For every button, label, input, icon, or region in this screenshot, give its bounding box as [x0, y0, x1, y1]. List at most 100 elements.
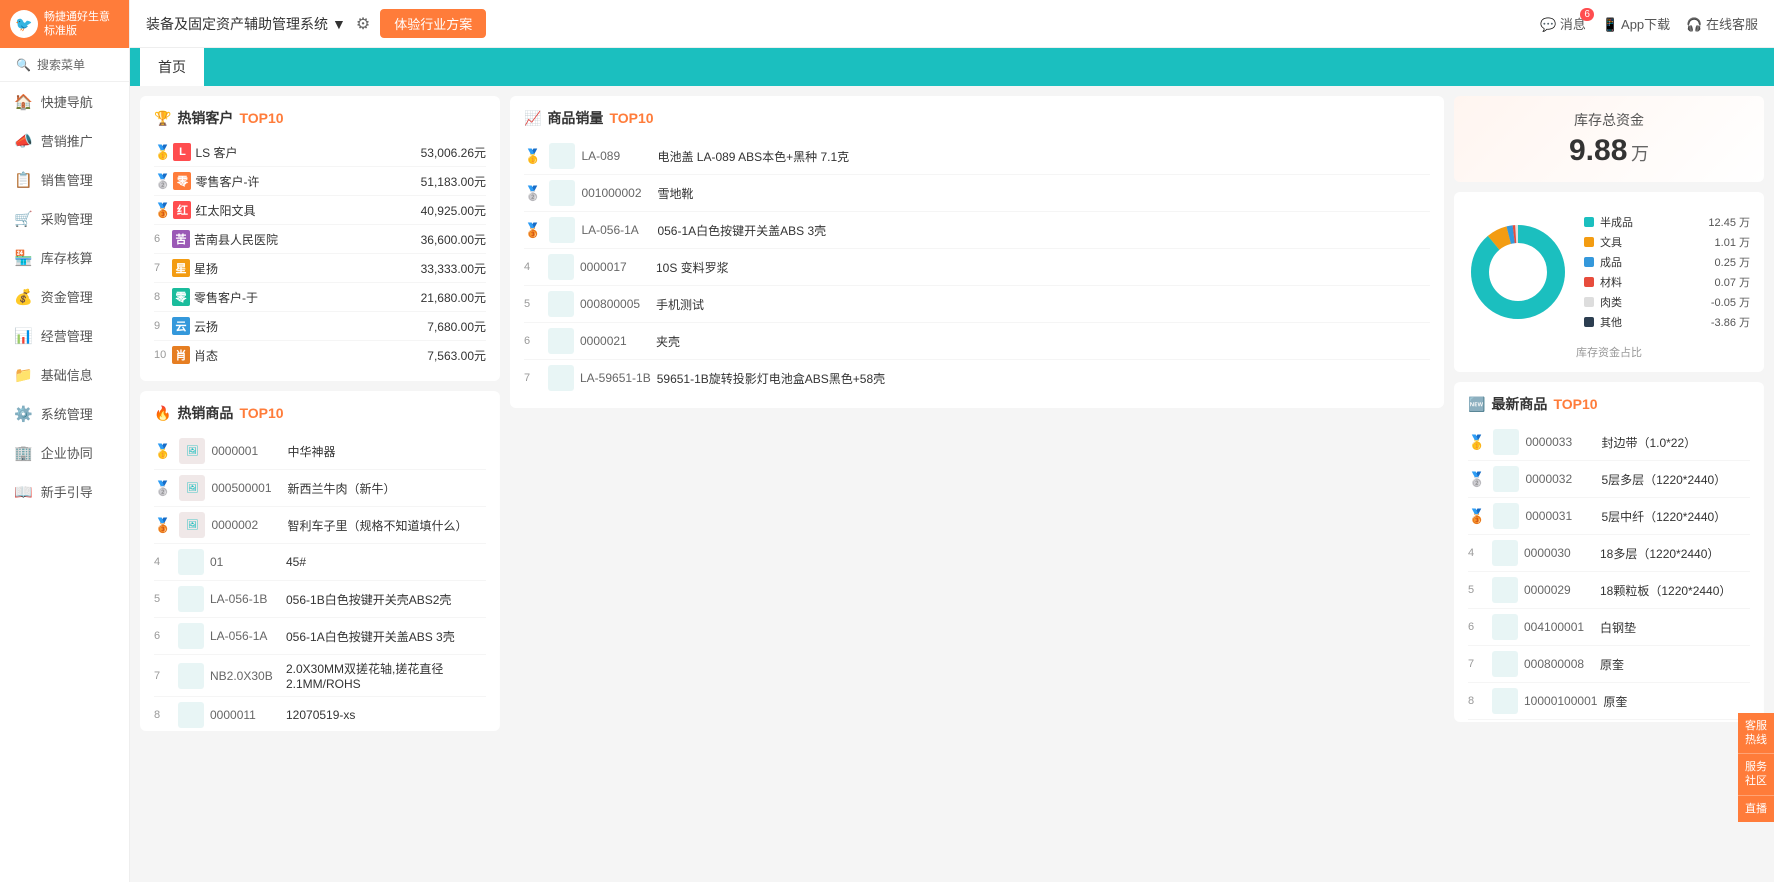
new-product-row: 4 0000030 18多层（1220*2440） [1468, 535, 1750, 572]
chart-area: 半成品 12.45 万 文具 1.01 万 成品 0.25 万 [1468, 204, 1750, 340]
live-broadcast-button[interactable]: 直播 [1738, 796, 1774, 822]
hot-product-row: 🥈 🖼 000500001 新西兰牛肉（新牛） [154, 470, 486, 507]
new-product-row: 7 000800008 原奎 [1468, 646, 1750, 683]
customer-badge: 云 [172, 317, 190, 335]
sidebar-item-sales[interactable]: 📋 销售管理 [0, 160, 129, 199]
product-thumb [1493, 429, 1519, 455]
settings-icon[interactable]: ⚙ [356, 14, 370, 34]
hot-products-title: 🔥 热销商品 TOP10 [154, 403, 486, 423]
online-service-button[interactable]: 🎧 在线客服 [1686, 14, 1758, 33]
inventory-total-label: 库存总资金 [1468, 110, 1750, 130]
inventory-sales-title: 📈 商品销量 TOP10 [524, 108, 1430, 128]
app-download-button[interactable]: 📱 App下载 [1602, 14, 1670, 33]
sidebar-item-guide[interactable]: 📖 新手引导 [0, 472, 129, 511]
customer-row: 6 苦 苦南县人民医院 36,600.00元 [154, 225, 486, 254]
customer-badge: 苦 [172, 230, 190, 248]
product-thumb [548, 254, 574, 280]
inventory-icon: 🏪 [14, 249, 33, 267]
sidebar-item-inventory[interactable]: 🏪 库存核算 [0, 238, 129, 277]
medal-1-icon: 🥇 [154, 144, 171, 161]
system-icon: ⚙️ [14, 405, 33, 423]
dropdown-arrow-icon: ▼ [332, 16, 346, 32]
chart-legend: 半成品 12.45 万 文具 1.01 万 成品 0.25 万 [1584, 212, 1750, 332]
sidebar-item-enterprise[interactable]: 🏢 企业协同 [0, 433, 129, 472]
trial-button[interactable]: 体验行业方案 [380, 9, 486, 38]
inv-sales-row: 5 000800005 手机测试 [524, 286, 1430, 323]
basic-icon: 📁 [14, 366, 33, 384]
product-thumb [1492, 614, 1518, 640]
topbar: 装备及固定资产辅助管理系统 ▼ ⚙ 体验行业方案 💬 消息 6 📱 App下载 … [130, 0, 1774, 48]
hot-product-row: 🥉 🖼 0000002 智利车子里（规格不知道填什么） [154, 507, 486, 544]
sidebar-item-basic[interactable]: 📁 基础信息 [0, 355, 129, 394]
sidebar-item-marketing[interactable]: 📣 营销推广 [0, 121, 129, 160]
product-thumb: 🖼 [179, 438, 205, 464]
customer-row: 🥈 零 零售客户-许 51,183.00元 [154, 167, 486, 196]
sidebar-item-purchase[interactable]: 🛒 采购管理 [0, 199, 129, 238]
sidebar-search[interactable]: 🔍 搜索菜单 [0, 48, 129, 82]
new-icon: 🆕 [1468, 396, 1485, 413]
message-button[interactable]: 💬 消息 6 [1540, 14, 1586, 33]
medal-icon: 🥇 [154, 443, 171, 460]
medal-2-icon: 🥈 [154, 173, 171, 190]
system-selector[interactable]: 装备及固定资产辅助管理系统 ▼ [146, 14, 346, 34]
guide-icon: 📖 [14, 483, 33, 501]
customer-badge: 零 [173, 172, 191, 190]
sidebar-item-quicknav[interactable]: 🏠 快捷导航 [0, 82, 129, 121]
headset-icon: 🎧 [1686, 17, 1702, 32]
product-thumb [1493, 503, 1519, 529]
inventory-chart-panel: 半成品 12.45 万 文具 1.01 万 成品 0.25 万 [1454, 192, 1764, 372]
left-column: 🏆 热销客户 TOP10 🥇 L LS 客户 53,006.26元 🥈 零 零售… [140, 96, 500, 872]
customer-row: 🥇 L LS 客户 53,006.26元 [154, 138, 486, 167]
product-thumb [178, 663, 204, 689]
nav-tabs: 首页 [130, 48, 1774, 86]
inv-sales-row: 🥈 001000002 雪地靴 [524, 175, 1430, 212]
tab-home[interactable]: 首页 [140, 48, 204, 86]
customer-service-button[interactable]: 客服热线 [1738, 713, 1774, 755]
customer-badge: 零 [172, 288, 190, 306]
marketing-icon: 📣 [14, 132, 33, 150]
sidebar-item-finance[interactable]: 💰 资金管理 [0, 277, 129, 316]
right-column: 库存总资金 9.88 万 [1454, 96, 1764, 872]
mobile-icon: 📱 [1602, 17, 1618, 32]
purchase-icon: 🛒 [14, 210, 33, 228]
new-product-row: 8 10000100001 原奎 [1468, 683, 1750, 720]
sidebar-item-system[interactable]: ⚙️ 系统管理 [0, 394, 129, 433]
chart-sublabel: 库存资金占比 [1468, 344, 1750, 360]
logo-icon: 🐦 [10, 10, 38, 38]
sidebar-item-operation[interactable]: 📊 经营管理 [0, 316, 129, 355]
product-thumb [549, 180, 575, 206]
new-product-row: 9 0000028 体械嘉枝味苏打饮品400毫升（1*15） [1468, 720, 1750, 722]
medal-icon: 🥇 [524, 148, 541, 165]
medal-icon: 🥈 [1468, 471, 1485, 488]
legend-item: 其他 -3.86 万 [1584, 312, 1750, 332]
hot-product-row: 7 NB2.0X30B 2.0X30MM双搓花轴,搓花直径2.1MM/ROHS [154, 655, 486, 697]
legend-item: 成品 0.25 万 [1584, 252, 1750, 272]
inv-sales-row: 🥇 LA-089 电池盖 LA-089 ABS本色+黑种 7.1克 [524, 138, 1430, 175]
inv-sales-row: 4 0000017 10S 变料罗浆 [524, 249, 1430, 286]
legend-dot [1584, 277, 1594, 287]
product-thumb [549, 217, 575, 243]
service-community-button[interactable]: 服务社区 [1738, 754, 1774, 796]
donut-chart [1468, 222, 1568, 322]
product-thumb [1492, 540, 1518, 566]
product-thumb [178, 623, 204, 649]
legend-dot [1584, 237, 1594, 247]
hot-product-row: 8 0000011 12070519-xs [154, 697, 486, 731]
new-product-row: 🥈 0000032 5层多层（1220*2440） [1468, 461, 1750, 498]
finance-icon: 💰 [14, 288, 33, 306]
medal-icon: 🥉 [524, 222, 541, 239]
product-thumb [178, 549, 204, 575]
home-icon: 🏠 [14, 93, 33, 111]
inventory-sales-panel: 📈 商品销量 TOP10 🥇 LA-089 电池盖 LA-089 ABS本色+黑… [510, 96, 1444, 408]
customer-row: 7 星 星扬 33,333.00元 [154, 254, 486, 283]
customer-row: 10 肖 肖态 7,563.00元 [154, 341, 486, 369]
customer-badge: 肖 [172, 346, 190, 364]
product-thumb [1492, 688, 1518, 714]
product-thumb [1492, 651, 1518, 677]
legend-dot [1584, 257, 1594, 267]
medal-icon: 🥈 [154, 480, 171, 497]
inv-sales-row: 7 LA-59651-1B 59651-1B旋转投影灯电池盒ABS黑色+58壳 [524, 360, 1430, 396]
product-thumb [178, 702, 204, 728]
inv-sales-row: 6 0000021 夹壳 [524, 323, 1430, 360]
sidebar: 🐦 畅捷通好生意 标准版 🔍 搜索菜单 🏠 快捷导航 📣 营销推广 📋 销售管理… [0, 0, 130, 882]
